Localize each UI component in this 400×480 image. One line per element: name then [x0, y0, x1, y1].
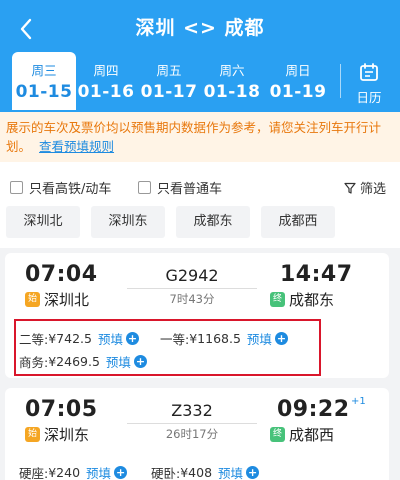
date-weekday: 周四	[93, 63, 119, 78]
train-card-z332[interactable]: 07:05 Z332 26时17分 09:22 +1 始 深圳东 终 成都西 硬…	[5, 388, 389, 480]
calendar-icon	[360, 63, 378, 81]
seat-label: 硬座:	[19, 466, 49, 480]
depart-time: 07:04	[25, 262, 98, 287]
date-weekday: 周五	[156, 63, 182, 78]
arrive-time: 09:22	[277, 397, 350, 422]
end-badge: 终	[270, 427, 285, 442]
filter-bar: 只看高铁/动车 只看普通车 筛选 深圳北 深圳东 成都东 成都西	[0, 162, 400, 248]
station-chip-shenzhendong[interactable]: 深圳东	[91, 206, 165, 238]
calendar-label: 日历	[356, 90, 382, 105]
duration: 26时17分	[165, 427, 219, 441]
start-badge: 始	[25, 427, 40, 442]
train-number: G2942	[165, 266, 219, 285]
seat-label: 硬卧:	[151, 466, 181, 480]
station-chip-chengdudong[interactable]: 成都东	[176, 206, 250, 238]
station-name: 深圳北	[44, 291, 90, 309]
plus-icon[interactable]: +	[246, 466, 260, 479]
date-value: 01-19	[269, 82, 327, 102]
seat-price: ¥408	[180, 465, 213, 480]
depart-time: 07:05	[25, 397, 98, 422]
divider	[340, 64, 341, 98]
start-badge: 始	[25, 292, 40, 307]
station-name: 深圳东	[44, 426, 90, 444]
prefill-button[interactable]: 预填	[86, 463, 111, 480]
date-tab-0117[interactable]: 周五 01-17	[137, 52, 201, 108]
date-weekday: 周日	[285, 63, 311, 78]
high-speed-only-checkbox[interactable]: 只看高铁/动车	[10, 178, 111, 197]
view-rules-link[interactable]: 查看预填规则	[39, 139, 114, 154]
calendar-button[interactable]: 日历	[344, 56, 394, 108]
from-station: 始 深圳东	[25, 424, 89, 445]
date-weekday: 周三	[31, 63, 57, 78]
route-line	[127, 288, 257, 289]
checkbox-box	[138, 181, 151, 194]
from-station: 始 深圳北	[25, 289, 89, 310]
to-station: 终 成都西	[270, 424, 334, 445]
prefill-button[interactable]: 预填	[218, 463, 243, 480]
next-day-marker: +1	[351, 396, 366, 407]
end-badge: 终	[270, 292, 285, 307]
filter-label: 筛选	[359, 182, 386, 197]
date-value: 01-16	[77, 82, 135, 102]
seat-hard-seat: 硬座: ¥240 预填 +	[19, 463, 128, 480]
plus-icon[interactable]: +	[114, 466, 128, 479]
date-tab-0115[interactable]: 周三 01-15	[12, 52, 76, 110]
filter-button[interactable]: 筛选	[344, 178, 386, 197]
train-number: Z332	[171, 401, 213, 420]
filter-icon	[344, 182, 356, 194]
arrive-time: 14:47	[280, 262, 353, 287]
checkbox-label: 只看普通车	[157, 182, 223, 197]
station-chip-chengduxi[interactable]: 成都西	[261, 206, 335, 238]
date-value: 01-18	[203, 82, 261, 102]
date-tab-0116[interactable]: 周四 01-16	[74, 52, 138, 108]
date-value: 01-15	[15, 82, 73, 102]
date-selector: 周三 01-15 周四 01-16 周五 01-17 周六 01-18 周日 0…	[0, 52, 400, 110]
seat-highlight-box	[14, 319, 321, 376]
checkbox-box	[10, 181, 23, 194]
date-weekday: 周六	[219, 63, 245, 78]
seat-hard-sleeper: 硬卧: ¥408 预填 +	[151, 463, 260, 480]
date-tab-0119[interactable]: 周日 01-19	[266, 52, 330, 108]
route-line	[127, 423, 257, 424]
station-name: 成都西	[289, 426, 335, 444]
date-tab-0118[interactable]: 周六 01-18	[200, 52, 264, 108]
station-chip-shenzhenbei[interactable]: 深圳北	[6, 206, 80, 238]
to-station: 终 成都东	[270, 289, 334, 310]
checkbox-label: 只看高铁/动车	[29, 182, 112, 197]
date-value: 01-17	[140, 82, 198, 102]
page-title: 深圳 <> 成都	[135, 17, 265, 39]
notice-banner: 展示的车次及票价均以预售期内数据作为参考，请您关注列车开行计划。 查看预填规则	[0, 112, 400, 162]
seat-price: ¥240	[48, 465, 81, 480]
station-name: 成都东	[289, 291, 335, 309]
duration: 7时43分	[169, 292, 215, 306]
normal-only-checkbox[interactable]: 只看普通车	[138, 178, 222, 197]
